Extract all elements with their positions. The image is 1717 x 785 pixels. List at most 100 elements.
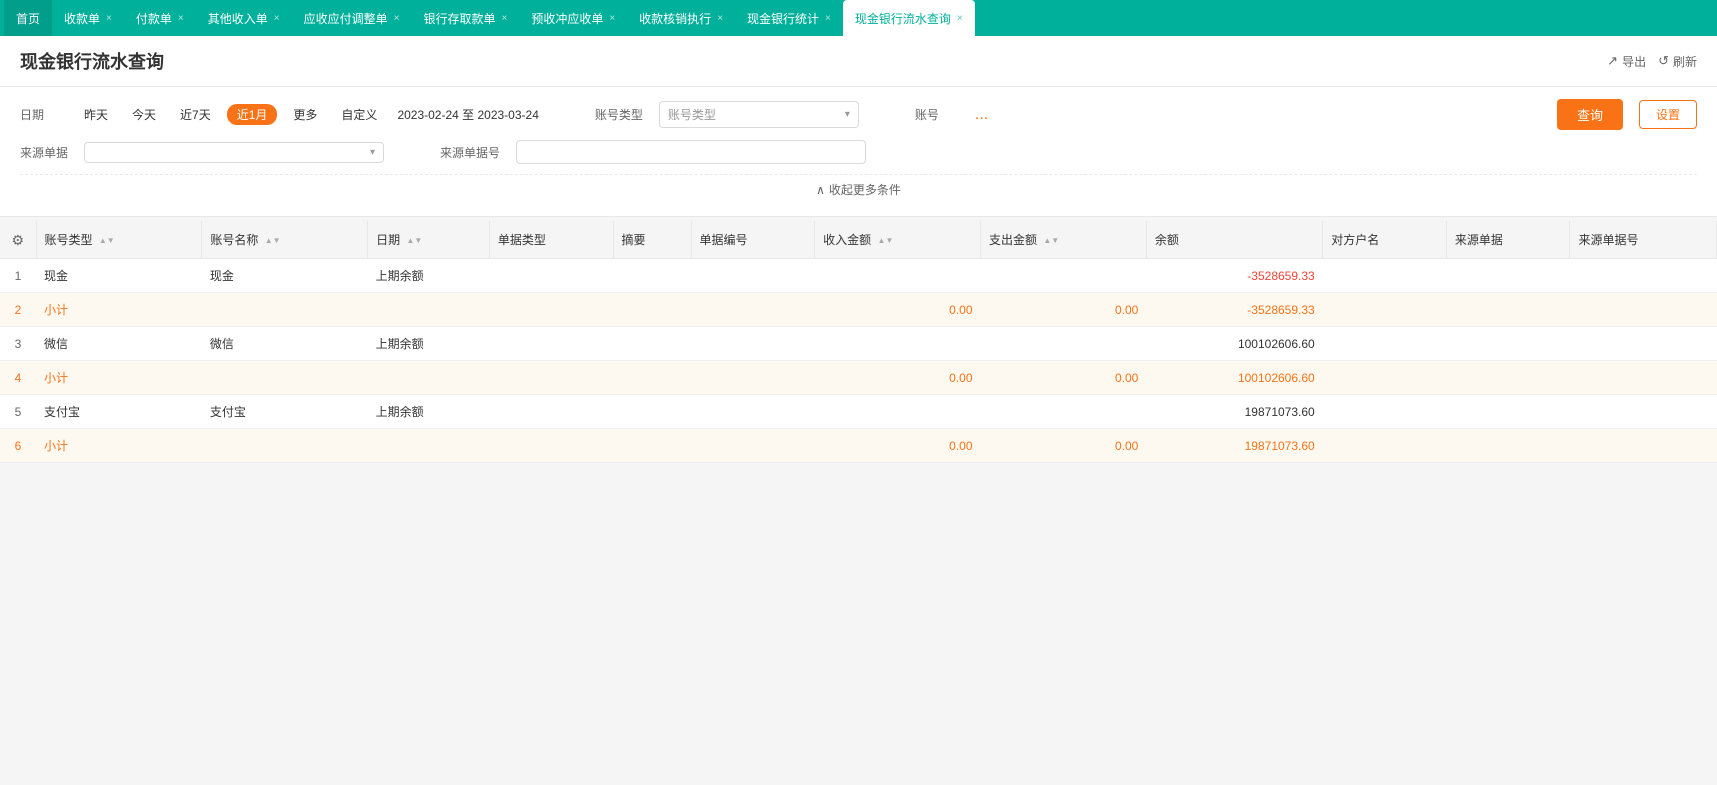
cell-doc-type [489, 429, 613, 463]
cell-expense [981, 327, 1147, 361]
nav-tab-prepay[interactable]: 预收冲应收单 × [519, 0, 627, 36]
cell-income: 0.00 [815, 361, 981, 395]
cell-balance: -3528659.33 [1146, 293, 1322, 327]
nav-tab-writeoff[interactable]: 收款核销执行 × [627, 0, 735, 36]
col-source-doc-no[interactable]: 来源单据号 [1570, 221, 1717, 259]
sort-expense-icon: ▲▼ [1043, 237, 1059, 245]
close-payment-icon[interactable]: × [178, 13, 184, 24]
account-type-arrow-icon: ▾ [845, 109, 850, 120]
nav-tab-other-income[interactable]: 其他收入单 × [196, 0, 292, 36]
query-button[interactable]: 查询 [1557, 99, 1623, 130]
close-receipt-icon[interactable]: × [106, 13, 112, 24]
col-income[interactable]: 收入金额 ▲▼ [815, 221, 981, 259]
table-row[interactable]: 6 小计 0.00 0.00 19871073.60 [0, 429, 1717, 463]
col-expense[interactable]: 支出金额 ▲▼ [981, 221, 1147, 259]
cell-account-name: 现金 [202, 259, 368, 293]
date-1month[interactable]: 近1月 [227, 104, 278, 125]
close-bank-deposit-icon[interactable]: × [501, 13, 507, 24]
table-row[interactable]: 2 小计 0.00 0.00 -3528659.33 [0, 293, 1717, 327]
cell-summary [613, 395, 691, 429]
cell-account-type: 支付宝 [36, 395, 202, 429]
date-more[interactable]: 更多 [285, 104, 325, 125]
cell-doc-type [489, 327, 613, 361]
cell-source-doc [1446, 395, 1570, 429]
date-yesterday[interactable]: 昨天 [76, 104, 116, 125]
account-ellipsis-button[interactable]: ... [971, 106, 992, 124]
cell-date: 上期余额 [368, 259, 490, 293]
cell-source-doc-no [1570, 327, 1717, 361]
table-row[interactable]: 3 微信 微信 上期余额 100102606.60 [0, 327, 1717, 361]
cell-counterpart [1323, 395, 1447, 429]
col-settings[interactable]: ⚙ [0, 221, 36, 259]
close-cash-stat-icon[interactable]: × [825, 13, 831, 24]
cell-doc-type [489, 361, 613, 395]
col-balance[interactable]: 余额 [1146, 221, 1322, 259]
export-button[interactable]: ↗ 导出 [1607, 53, 1646, 70]
col-account-type[interactable]: 账号类型 ▲▼ [36, 221, 202, 259]
account-type-select[interactable]: 账号类型 ▾ [659, 101, 859, 128]
cell-balance: 19871073.60 [1146, 395, 1322, 429]
cell-expense [981, 259, 1147, 293]
nav-tab-bank-deposit[interactable]: 银行存取款单 × [411, 0, 519, 36]
cell-counterpart [1323, 429, 1447, 463]
cell-source-doc [1446, 327, 1570, 361]
cell-date [368, 293, 490, 327]
cell-income [815, 395, 981, 429]
cell-account-name [202, 361, 368, 395]
nav-tab-ar-ap-adjust[interactable]: 应收应付调整单 × [292, 0, 412, 36]
cell-account-name: 微信 [202, 327, 368, 361]
cell-source-doc [1446, 361, 1570, 395]
table-row[interactable]: 4 小计 0.00 0.00 100102606.60 [0, 361, 1717, 395]
col-date[interactable]: 日期 ▲▼ [368, 221, 490, 259]
cell-source-doc-no [1570, 361, 1717, 395]
nav-tab-receipt[interactable]: 收款单 × [52, 0, 124, 36]
col-account-name[interactable]: 账号名称 ▲▼ [202, 221, 368, 259]
close-writeoff-icon[interactable]: × [717, 13, 723, 24]
col-doc-no[interactable]: 单据编号 [691, 221, 815, 259]
cell-account-name [202, 293, 368, 327]
nav-tab-payment[interactable]: 付款单 × [124, 0, 196, 36]
cell-counterpart [1323, 259, 1447, 293]
source-doc-no-label: 来源单据号 [440, 144, 500, 161]
row-num: 2 [0, 293, 36, 327]
cell-doc-no [691, 429, 815, 463]
source-doc-no-input[interactable] [516, 140, 866, 164]
table-row[interactable]: 1 现金 现金 上期余额 -3528659.33 [0, 259, 1717, 293]
cell-summary [613, 429, 691, 463]
account-label: 账号 [915, 106, 955, 123]
nav-tab-cash-stat[interactable]: 现金银行统计 × [735, 0, 843, 36]
col-summary[interactable]: 摘要 [613, 221, 691, 259]
cell-account-name [202, 429, 368, 463]
refresh-button[interactable]: ↺ 刷新 [1658, 53, 1697, 70]
date-range-display: 2023-02-24 至 2023-03-24 [397, 106, 538, 123]
cell-summary [613, 259, 691, 293]
close-prepay-icon[interactable]: × [609, 13, 615, 24]
source-doc-select[interactable]: ▾ [84, 142, 384, 163]
date-7days[interactable]: 近7天 [172, 104, 219, 125]
close-ar-ap-adjust-icon[interactable]: × [394, 13, 400, 24]
date-custom[interactable]: 自定义 [333, 104, 385, 125]
nav-tab-cash-flow[interactable]: 现金银行流水查询 × [843, 0, 975, 36]
nav-tab-home[interactable]: 首页 [4, 0, 52, 36]
cell-counterpart [1323, 361, 1447, 395]
date-today[interactable]: 今天 [124, 104, 164, 125]
cell-expense: 0.00 [981, 293, 1147, 327]
row-num: 6 [0, 429, 36, 463]
cell-source-doc [1446, 293, 1570, 327]
collapse-bar[interactable]: ∧ 收起更多条件 [20, 174, 1697, 204]
header-actions: ↗ 导出 ↺ 刷新 [1607, 53, 1697, 70]
close-cash-flow-icon[interactable]: × [957, 13, 963, 24]
cell-date: 上期余额 [368, 395, 490, 429]
cell-counterpart [1323, 293, 1447, 327]
cell-source-doc-no [1570, 395, 1717, 429]
cell-account-type: 小计 [36, 293, 202, 327]
col-doc-type[interactable]: 单据类型 [489, 221, 613, 259]
close-other-income-icon[interactable]: × [274, 13, 280, 24]
col-counterpart[interactable]: 对方户名 [1323, 221, 1447, 259]
table-row[interactable]: 5 支付宝 支付宝 上期余额 19871073.60 [0, 395, 1717, 429]
gear-icon[interactable]: ⚙ [10, 232, 26, 248]
settings-button[interactable]: 设置 [1639, 100, 1697, 129]
col-source-doc[interactable]: 来源单据 [1446, 221, 1570, 259]
cell-income: 0.00 [815, 429, 981, 463]
cell-source-doc-no [1570, 429, 1717, 463]
